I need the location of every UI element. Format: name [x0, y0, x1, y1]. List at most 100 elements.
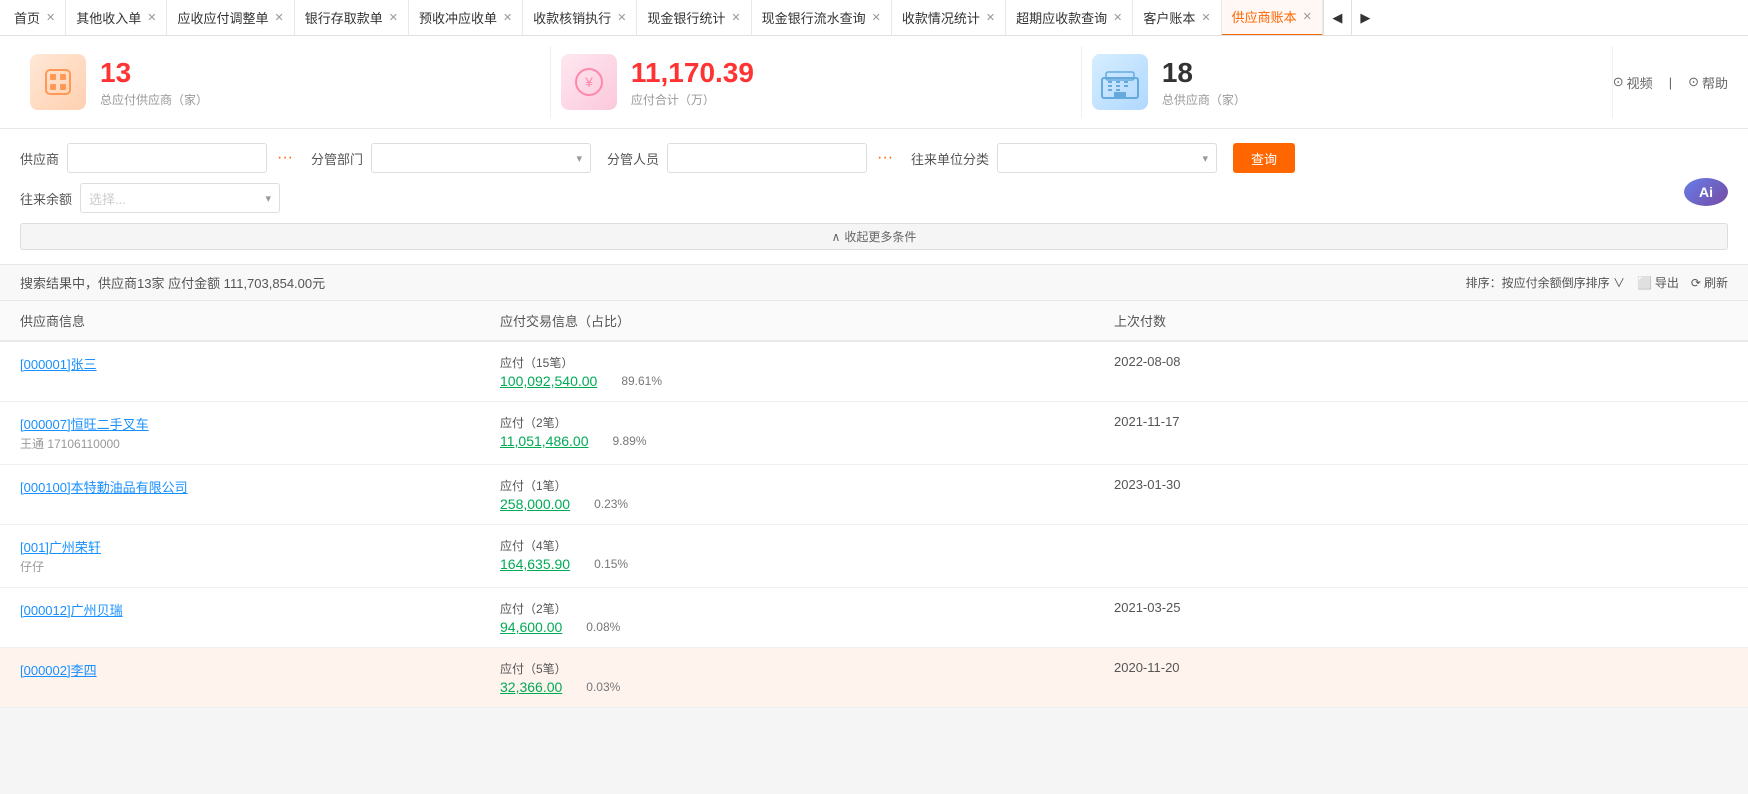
separator: |: [1669, 75, 1672, 90]
collapse-button[interactable]: ∧ 收起更多条件: [20, 223, 1728, 250]
search-area: 供应商 ··· 分管部门 ▾ 分管人员 ··· 往来单位分类 ▾ 查询: [0, 129, 1748, 265]
refresh-icon: ⟳: [1691, 276, 1701, 290]
category-field: 往来单位分类 ▾: [911, 143, 1217, 173]
nav-prev-arrow[interactable]: ◀: [1323, 0, 1351, 36]
video-link[interactable]: ⊙ 视频: [1613, 73, 1653, 92]
close-icon[interactable]: ✕: [46, 11, 55, 24]
transaction-info-cell: 应付（5笔） 32,366.00 0.03%: [500, 660, 1114, 695]
col-header-transaction: 应付交易信息（占比）: [500, 311, 1114, 330]
amount-pct: 89.61%: [621, 374, 662, 388]
nav-tab-10[interactable]: 客户账本 ✕: [1133, 0, 1221, 36]
nav-next-arrow[interactable]: ▶: [1351, 0, 1379, 36]
amount-label: 应付（1笔）: [500, 477, 1114, 494]
close-icon[interactable]: ✕: [147, 11, 156, 24]
amount-value-link[interactable]: 100,092,540.00: [500, 373, 597, 389]
nav-tab-2[interactable]: 应收应付调整单 ✕: [167, 0, 294, 36]
chevron-down-icon: ▾: [576, 152, 582, 165]
amount-value-link[interactable]: 11,051,486.00: [500, 433, 589, 449]
balance-select-value: 选择...: [89, 189, 126, 208]
refresh-button[interactable]: ⟳ 刷新: [1691, 274, 1728, 291]
nav-tab-5[interactable]: 收款核销执行 ✕: [523, 0, 637, 36]
supplier-name-link[interactable]: [000002]李四: [20, 660, 500, 679]
stat-number-payable-total: 11,170.39: [631, 56, 754, 90]
chevron-down-icon-3: ▾: [265, 192, 271, 205]
person-input[interactable]: [667, 143, 867, 173]
close-icon[interactable]: ✕: [503, 11, 512, 24]
balance-field: 往来余额 选择... ▾: [20, 183, 280, 213]
close-icon[interactable]: ✕: [872, 11, 881, 24]
close-icon[interactable]: ✕: [1303, 10, 1312, 23]
nav-tab-8[interactable]: 收款情况统计 ✕: [892, 0, 1006, 36]
supplier-name-link[interactable]: [000100]本特勤油品有限公司: [20, 477, 500, 496]
person-label: 分管人员: [607, 149, 659, 168]
stat-info-total-suppliers: 18 总供应商（家）: [1162, 56, 1246, 109]
person-dots-btn[interactable]: ···: [875, 149, 895, 167]
stats-right-links: ⊙ 视频 | ⊙ 帮助: [1613, 73, 1728, 92]
stat-number-payable-suppliers: 13: [100, 56, 208, 90]
amount-label: 应付（2笔）: [500, 414, 1114, 431]
nav-tab-1[interactable]: 其他收入单 ✕: [66, 0, 167, 36]
supplier-table: 供应商信息 应付交易信息（占比） 上次付数 [000001]张三 应付（15笔）…: [0, 301, 1748, 708]
supplier-dots-btn[interactable]: ···: [275, 149, 295, 167]
close-icon[interactable]: ✕: [731, 11, 740, 24]
close-icon[interactable]: ✕: [274, 11, 283, 24]
search-row-1: 供应商 ··· 分管部门 ▾ 分管人员 ··· 往来单位分类 ▾ 查询: [20, 143, 1728, 173]
nav-tab-home[interactable]: 首页 ✕: [4, 0, 66, 36]
dept-select[interactable]: ▾: [371, 143, 591, 173]
sort-arrow-icon[interactable]: ∨: [1613, 276, 1625, 290]
supplier-name-link[interactable]: [000012]广州贝瑞: [20, 600, 500, 619]
amount-label: 应付（5笔）: [500, 660, 1114, 677]
supplier-sub-info: 仔仔: [20, 558, 500, 575]
nav-tab-9[interactable]: 超期应收款查询 ✕: [1006, 0, 1133, 36]
amount-row: 94,600.00 0.08%: [500, 619, 1114, 635]
table-header: 供应商信息 应付交易信息（占比） 上次付数: [0, 301, 1748, 342]
amount-value-link[interactable]: 94,600.00: [500, 619, 562, 635]
chevron-down-icon-2: ▾: [1203, 152, 1209, 165]
close-icon[interactable]: ✕: [1201, 11, 1210, 24]
stat-info-payable-total: 11,170.39 应付合计（万）: [631, 56, 754, 109]
last-pay-date: 2021-11-17: [1114, 414, 1180, 429]
amount-value-link[interactable]: 164,635.90: [500, 556, 570, 572]
category-label: 往来单位分类: [911, 149, 989, 168]
transaction-info-cell: 应付（15笔） 100,092,540.00 89.61%: [500, 354, 1114, 389]
nav-tab-4[interactable]: 预收冲应收单 ✕: [409, 0, 523, 36]
export-button[interactable]: ⬜ 导出: [1637, 274, 1679, 291]
stat-info-payable-suppliers: 13 总应付供应商（家）: [100, 56, 208, 109]
amount-label: 应付（4笔）: [500, 537, 1114, 554]
result-text: 搜索结果中，供应商13家 应付金额 111,703,854.00元: [20, 273, 325, 292]
export-icon: ⬜: [1637, 276, 1652, 290]
amount-value-link[interactable]: 258,000.00: [500, 496, 570, 512]
amount-label: 应付（15笔）: [500, 354, 1114, 371]
transaction-info-cell: 应付（1笔） 258,000.00 0.23%: [500, 477, 1114, 512]
ai-assistant-badge[interactable]: Ai: [1684, 178, 1728, 206]
last-pay-date: 2023-01-30: [1114, 477, 1181, 492]
stat-block-payable-suppliers: 13 总应付供应商（家）: [20, 46, 551, 118]
category-select[interactable]: ▾: [997, 143, 1217, 173]
amount-row: 32,366.00 0.03%: [500, 679, 1114, 695]
col-header-supplier: 供应商信息: [20, 311, 500, 330]
nav-tab-6[interactable]: 现金银行统计 ✕: [637, 0, 751, 36]
close-icon[interactable]: ✕: [389, 11, 398, 24]
supplier-name-link[interactable]: [000007]恒旺二手叉车: [20, 414, 500, 433]
close-icon[interactable]: ✕: [617, 11, 626, 24]
result-right: 排序：按应付余额倒序排序 ∨ ⬜ 导出 ⟳ 刷新: [1466, 274, 1728, 291]
query-button[interactable]: 查询: [1233, 143, 1295, 173]
last-pay-cell: 2021-11-17: [1114, 414, 1728, 429]
sort-label: 排序：按应付余额倒序排序 ∨: [1466, 274, 1625, 291]
supplier-input[interactable]: [67, 143, 267, 173]
nav-tab-7[interactable]: 现金银行流水查询 ✕: [752, 0, 892, 36]
supplier-name-link[interactable]: [000001]张三: [20, 354, 500, 373]
nav-tab-3[interactable]: 银行存取款单 ✕: [295, 0, 409, 36]
stat-block-total-suppliers: 18 总供应商（家）: [1082, 46, 1613, 118]
transaction-info-cell: 应付（2笔） 11,051,486.00 9.89%: [500, 414, 1114, 449]
balance-select[interactable]: 选择... ▾: [80, 183, 280, 213]
help-link[interactable]: ⊙ 帮助: [1688, 73, 1728, 92]
close-icon[interactable]: ✕: [1113, 11, 1122, 24]
last-pay-cell: 2023-01-30: [1114, 477, 1728, 492]
amount-pct: 0.08%: [586, 620, 620, 634]
col-header-lastpay: 上次付数: [1114, 311, 1728, 330]
nav-tab-supplier-ledger[interactable]: 供应商账本 ✕: [1222, 0, 1323, 36]
amount-value-link[interactable]: 32,366.00: [500, 679, 562, 695]
supplier-name-link[interactable]: [001]广州荣轩: [20, 537, 500, 556]
close-icon[interactable]: ✕: [986, 11, 995, 24]
